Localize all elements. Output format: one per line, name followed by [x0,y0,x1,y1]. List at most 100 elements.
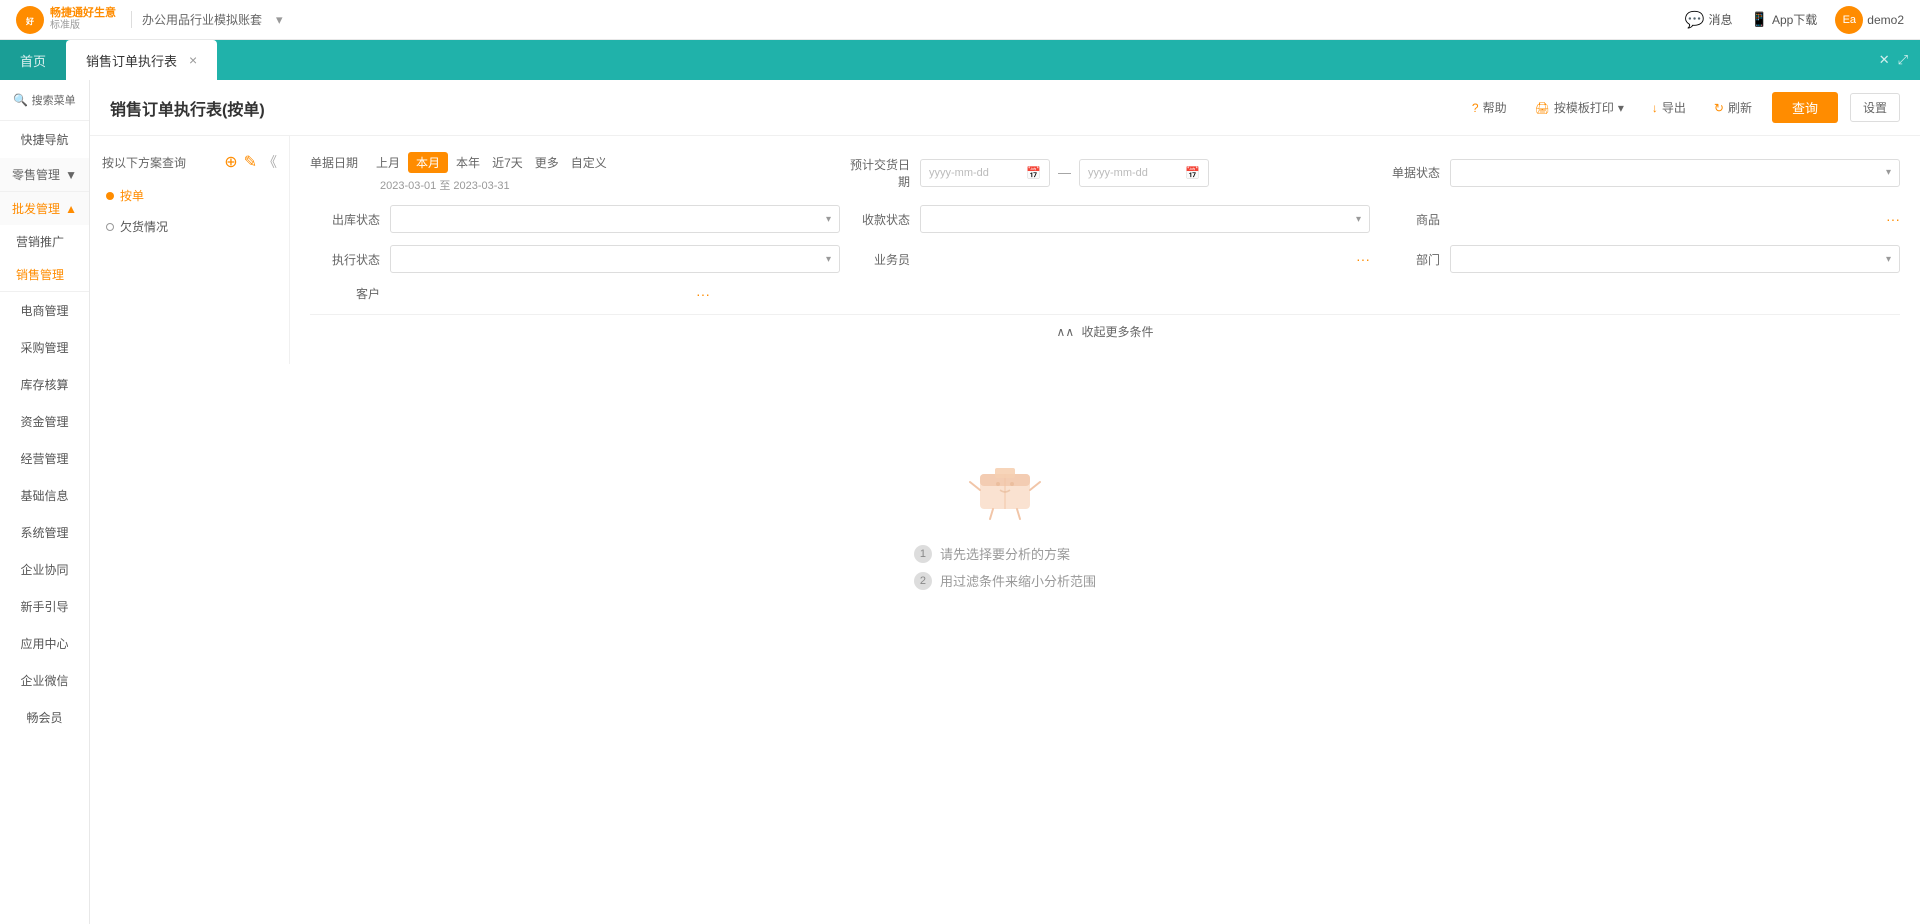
sidebar-item-finance[interactable]: 资金管理 [0,403,89,440]
date-tab-more[interactable]: 更多 [531,152,563,173]
message-icon: 💬 [1685,10,1705,30]
message-button[interactable]: 💬 消息 [1685,10,1733,30]
app-download-button[interactable]: 📱 App下载 [1751,11,1818,28]
date-tab-this-month[interactable]: 本月 [408,152,448,173]
search-icon: 🔍 [13,93,28,107]
date-tab-custom[interactable]: 自定义 [567,152,611,173]
goods-field: ··· [1450,211,1900,227]
sidebar-item-newbie[interactable]: 新手引导 [0,588,89,625]
sidebar-search-section: 🔍 搜索菜单 [0,80,89,121]
tab-expand-icon[interactable]: ⤢ [1898,52,1908,68]
empty-tips: 1 请先选择要分析的方案 2 用过滤条件来缩小分析范围 [914,544,1096,590]
sidebar-item-wholesale[interactable]: 批发管理 ▲ [0,192,89,225]
filter-right: 单据日期 上月 本月 本年 近7天 更多 自定义 2023 [290,136,1920,364]
filter-collapse-bar: ∧∧ 收起更多条件 [310,314,1900,348]
page-header: 销售订单执行表(按单) ? 帮助 🖨 按模板打印 ▾ ↓ 导出 [90,80,1920,136]
page-title: 销售订单执行表(按单) [110,96,265,120]
date-tab-7days[interactable]: 近7天 [488,152,527,173]
search-menu-button[interactable]: 🔍 搜索菜单 [8,88,81,112]
user-menu[interactable]: Ea demo2 [1835,6,1904,34]
shipment-status-arrow-icon: ▾ [826,214,831,225]
page-container: 销售订单执行表(按单) ? 帮助 🖨 按模板打印 ▾ ↓ 导出 [90,80,1920,924]
active-dot [106,192,114,200]
tab-bar: 首页 销售订单执行表 × ✕ ⤢ [0,40,1920,80]
goods-more-icon[interactable]: ··· [1886,211,1900,227]
empty-tip-1: 1 请先选择要分析的方案 [914,544,1096,563]
sidebar: 🔍 搜索菜单 快捷导航 零售管理 ▼ 批发管理 ▲ 营销推广 销售管理 [0,80,90,924]
export-icon: ↓ [1652,101,1658,115]
order-status-arrow-icon: ▾ [1886,167,1891,178]
date-tab-this-year[interactable]: 本年 [452,152,484,173]
customer-more-icon[interactable]: ··· [696,286,710,302]
forecast-date-start[interactable]: yyyy-mm-dd 📅 [920,159,1050,187]
sidebar-section-wholesale: 批发管理 ▲ 营销推广 销售管理 [0,192,89,292]
order-status-select[interactable]: ▾ [1450,159,1900,187]
help-button[interactable]: ? 帮助 [1464,95,1515,120]
salesperson-cell: 业务员 ··· [840,245,1370,273]
exec-status-select[interactable]: ▾ [390,245,840,273]
logo-area[interactable]: 好 畅捷通好生意 标准版 [16,6,116,34]
header-right: 💬 消息 📱 App下载 Ea demo2 [1685,6,1904,34]
sidebar-item-purchase[interactable]: 采购管理 [0,329,89,366]
filter-option-by-debt[interactable]: 欠货情况 [90,211,289,242]
customer-field: ··· [390,286,710,302]
sidebar-item-inventory[interactable]: 库存核算 [0,366,89,403]
sales-exec-tab-label: 销售订单执行表 [86,51,177,70]
filter-option-by-order[interactable]: 按单 [90,180,289,211]
date-range-display: 2023-03-01 至 2023-03-31 [310,177,510,193]
empty-state: 1 请先选择要分析的方案 2 用过滤条件来缩小分析范围 [90,364,1920,670]
add-scheme-icon[interactable]: ⊕ [224,152,237,172]
sidebar-item-member[interactable]: 畅会员 [0,699,89,736]
tip-num-2: 2 [914,572,932,590]
sidebar-sub-item-sales[interactable]: 销售管理 [0,258,89,291]
sidebar-item-appstore[interactable]: 应用中心 [0,625,89,662]
content-area: 销售订单执行表(按单) ? 帮助 🖨 按模板打印 ▾ ↓ 导出 [90,80,1920,924]
export-button[interactable]: ↓ 导出 [1644,95,1694,120]
sidebar-item-corpwx[interactable]: 企业微信 [0,662,89,699]
sidebar-section-retail: 零售管理 ▼ [0,158,89,192]
print-button[interactable]: 🖨 按模板打印 ▾ [1527,95,1632,120]
sidebar-item-retail[interactable]: 零售管理 ▼ [0,158,89,191]
settings-button[interactable]: 设置 [1850,93,1900,122]
sidebar-item-quick-nav[interactable]: 快捷导航 [0,121,89,158]
empty-tip-2: 2 用过滤条件来缩小分析范围 [914,571,1096,590]
retail-collapse-icon: ▼ [65,168,77,182]
edit-scheme-icon[interactable]: ✎ [244,152,257,172]
page-actions: ? 帮助 🖨 按模板打印 ▾ ↓ 导出 ↻ 刷新 [1464,92,1900,123]
tab-close-window-icon[interactable]: ✕ [1879,52,1890,68]
sidebar-item-system[interactable]: 系统管理 [0,514,89,551]
filter-row-3: 执行状态 ▾ 业务员 ··· [310,245,1900,273]
shipment-status-select[interactable]: ▾ [390,205,840,233]
filter-panel: 按以下方案查询 ⊕ ✎ 《 按单 欠货情况 [90,136,1920,364]
print-icon: 🖨 [1535,101,1550,115]
collapse-button[interactable]: ∧∧ 收起更多条件 [1057,325,1154,339]
exec-status-cell: 执行状态 ▾ [310,245,840,273]
wholesale-collapse-icon: ▲ [65,202,77,216]
collapse-left-icon[interactable]: 《 [263,152,277,172]
dept-select[interactable]: ▾ [1450,245,1900,273]
refresh-button[interactable]: ↻ 刷新 [1706,95,1760,120]
sidebar-sub-item-promo[interactable]: 营销推广 [0,225,89,258]
sidebar-item-ecommerce[interactable]: 电商管理 [0,292,89,329]
date-tab-last-month[interactable]: 上月 [372,152,404,173]
logo-icon: 好 [16,6,44,34]
date-tabs: 上月 本月 本年 近7天 更多 自定义 [372,152,611,173]
sidebar-item-operation[interactable]: 经营管理 [0,440,89,477]
tab-close-icon[interactable]: × [189,52,197,68]
tab-sales-exec[interactable]: 销售订单执行表 × [66,40,217,80]
calendar-icon-end: 📅 [1185,166,1200,180]
forecast-date-end[interactable]: yyyy-mm-dd 📅 [1079,159,1209,187]
salesperson-field: ··· [920,251,1370,267]
payment-status-cell: 收款状态 ▾ [840,205,1370,233]
payment-status-select[interactable]: ▾ [920,205,1370,233]
search-button[interactable]: 查询 [1772,92,1838,123]
inactive-dot [106,223,114,231]
svg-text:好: 好 [25,16,34,26]
sidebar-item-basic[interactable]: 基础信息 [0,477,89,514]
main-layout: 🔍 搜索菜单 快捷导航 零售管理 ▼ 批发管理 ▲ 营销推广 销售管理 [0,80,1920,924]
tab-home[interactable]: 首页 [0,40,66,80]
breadcrumb-dropdown-icon[interactable]: ▾ [276,12,283,28]
salesperson-more-icon[interactable]: ··· [1356,251,1370,267]
breadcrumb: 办公用品行业模拟账套 [131,11,262,28]
sidebar-item-coop[interactable]: 企业协同 [0,551,89,588]
